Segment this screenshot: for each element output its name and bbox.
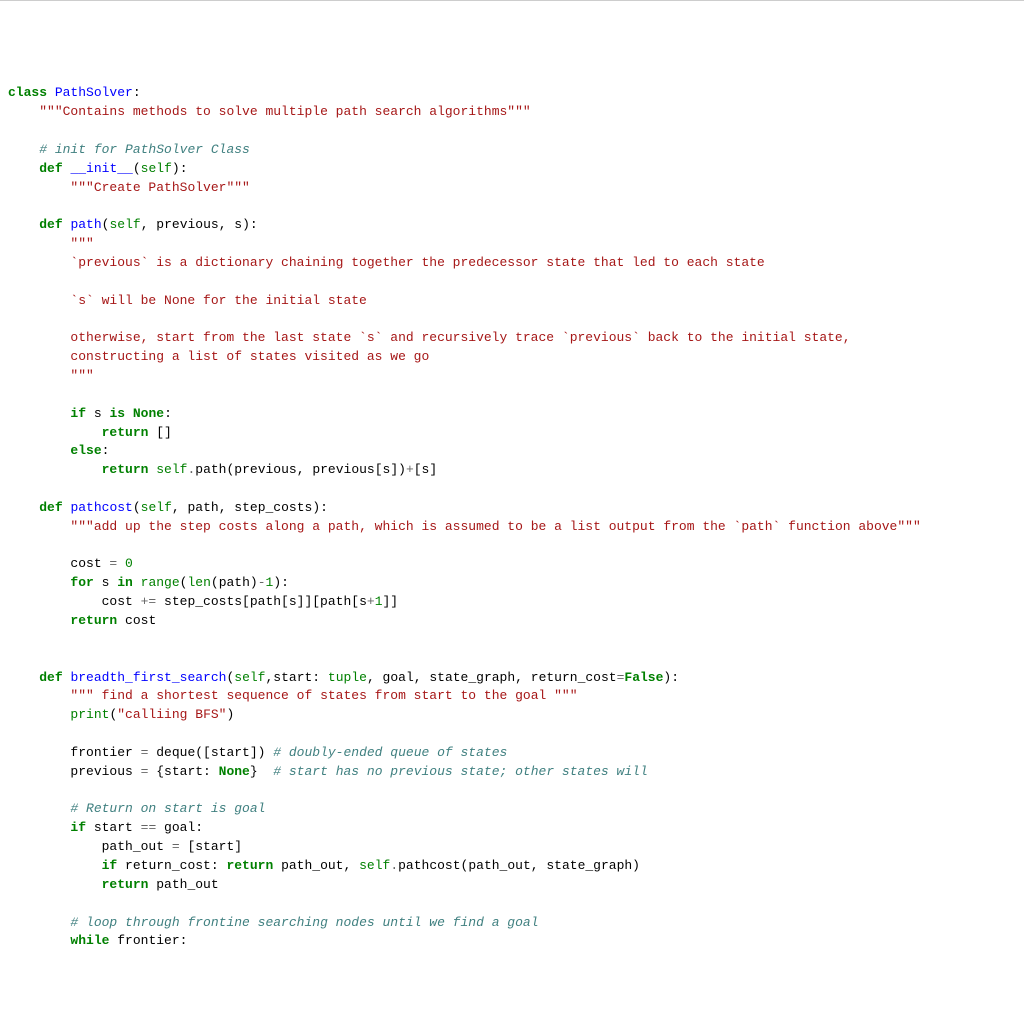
code-text: goal: — [156, 820, 203, 835]
keyword-return: return — [102, 877, 149, 892]
keyword-def: def — [39, 217, 62, 232]
comment: # start has no previous state; other sta… — [273, 764, 647, 779]
dot-op: . — [390, 858, 398, 873]
params: , path, step_costs): — [172, 500, 328, 515]
self-param: self — [141, 500, 172, 515]
docstring: """ find a shortest sequence of states f… — [70, 688, 577, 703]
docstring-line: `previous` is a dictionary chaining toge… — [8, 255, 765, 270]
code-text: ,start: — [266, 670, 328, 685]
builtin-tuple: tuple — [328, 670, 367, 685]
code-text: start — [86, 820, 141, 835]
self-param: self — [141, 161, 172, 176]
func-name-bfs: breadth_first_search — [70, 670, 226, 685]
docstring: """Create PathSolver""" — [70, 180, 249, 195]
keyword-return: return — [70, 613, 117, 628]
code-text: cost — [117, 613, 156, 628]
code-text: deque([start]) — [148, 745, 273, 760]
code-text: [s] — [414, 462, 437, 477]
code-text: (previous, previous[s]) — [227, 462, 406, 477]
code-text: ): — [273, 575, 289, 590]
keyword-if: if — [102, 858, 118, 873]
code-text: [start] — [180, 839, 242, 854]
func-name-init: __init__ — [70, 161, 132, 176]
code-block: class PathSolver: """Contains methods to… — [8, 85, 921, 948]
self-ref: self — [156, 462, 187, 477]
const-none: None — [219, 764, 250, 779]
minus-op: - — [258, 575, 266, 590]
docstring-line: `s` will be None for the initial state — [8, 293, 367, 308]
comment: # loop through frontine searching nodes … — [70, 915, 538, 930]
plus-op: + — [406, 462, 414, 477]
keyword-else: else — [70, 443, 101, 458]
builtin-print: print — [70, 707, 109, 722]
code-text: frontier: — [109, 933, 187, 948]
code-text: (path_out, state_graph) — [461, 858, 640, 873]
keyword-def: def — [39, 500, 62, 515]
code-text: ]] — [383, 594, 399, 609]
docstring: """Contains methods to solve multiple pa… — [39, 104, 530, 119]
builtin-range: range — [141, 575, 180, 590]
plus-op: + — [367, 594, 375, 609]
code-text: [] — [148, 425, 171, 440]
docstring-line: constructing a list of states visited as… — [8, 349, 429, 364]
comment: # Return on start is goal — [70, 801, 265, 816]
keyword-is: is — [109, 406, 125, 421]
comment: # init for PathSolver Class — [39, 142, 250, 157]
code-text: ): — [663, 670, 679, 685]
code-text: s — [86, 406, 109, 421]
keyword-return: return — [226, 858, 273, 873]
keyword-return: return — [102, 425, 149, 440]
eqeq-op: == — [141, 820, 157, 835]
self-ref: self — [359, 858, 390, 873]
num-one: 1 — [375, 594, 383, 609]
code-text: (path) — [211, 575, 258, 590]
code-text: path_out — [148, 877, 218, 892]
num-zero: 0 — [125, 556, 133, 571]
code-text: cost — [8, 594, 141, 609]
code-text: {start: — [148, 764, 218, 779]
string-literal: "calliing BFS" — [117, 707, 226, 722]
func-name-path: path — [70, 217, 101, 232]
params: , previous, s): — [141, 217, 258, 232]
keyword-return: return — [102, 462, 149, 477]
code-text: , goal, state_graph, return_cost — [367, 670, 617, 685]
method-call: pathcost — [398, 858, 460, 873]
code-text: cost — [8, 556, 109, 571]
keyword-class: class — [8, 85, 47, 100]
docstring-open: """ — [70, 236, 93, 251]
keyword-while: while — [70, 933, 109, 948]
const-false: False — [624, 670, 663, 685]
keyword-def: def — [39, 670, 62, 685]
eq-op: = — [109, 556, 117, 571]
code-text: path_out — [8, 839, 172, 854]
docstring-close: """ — [8, 368, 94, 383]
code-text: return_cost: — [117, 858, 226, 873]
code-text: path_out, — [273, 858, 359, 873]
func-name-pathcost: pathcost — [70, 500, 132, 515]
code-text: } — [250, 764, 273, 779]
method-call: path — [195, 462, 226, 477]
code-text: frontier — [8, 745, 141, 760]
keyword-def: def — [39, 161, 62, 176]
code-text: previous — [8, 764, 141, 779]
docstring: """add up the step costs along a path, w… — [70, 519, 920, 534]
keyword-in: in — [117, 575, 133, 590]
keyword-for: for — [70, 575, 93, 590]
code-text: ) — [226, 707, 234, 722]
eq-op: = — [172, 839, 180, 854]
class-name: PathSolver — [55, 85, 133, 100]
builtin-len: len — [187, 575, 210, 590]
code-text: step_costs[path[s]][path[s — [156, 594, 367, 609]
const-none: None — [133, 406, 164, 421]
self-param: self — [234, 670, 265, 685]
keyword-if: if — [70, 406, 86, 421]
comment: # doubly-ended queue of states — [273, 745, 507, 760]
docstring-line: otherwise, start from the last state `s`… — [8, 330, 851, 345]
pluseq-op: += — [141, 594, 157, 609]
code-text: s — [94, 575, 117, 590]
keyword-if: if — [70, 820, 86, 835]
self-param: self — [109, 217, 140, 232]
